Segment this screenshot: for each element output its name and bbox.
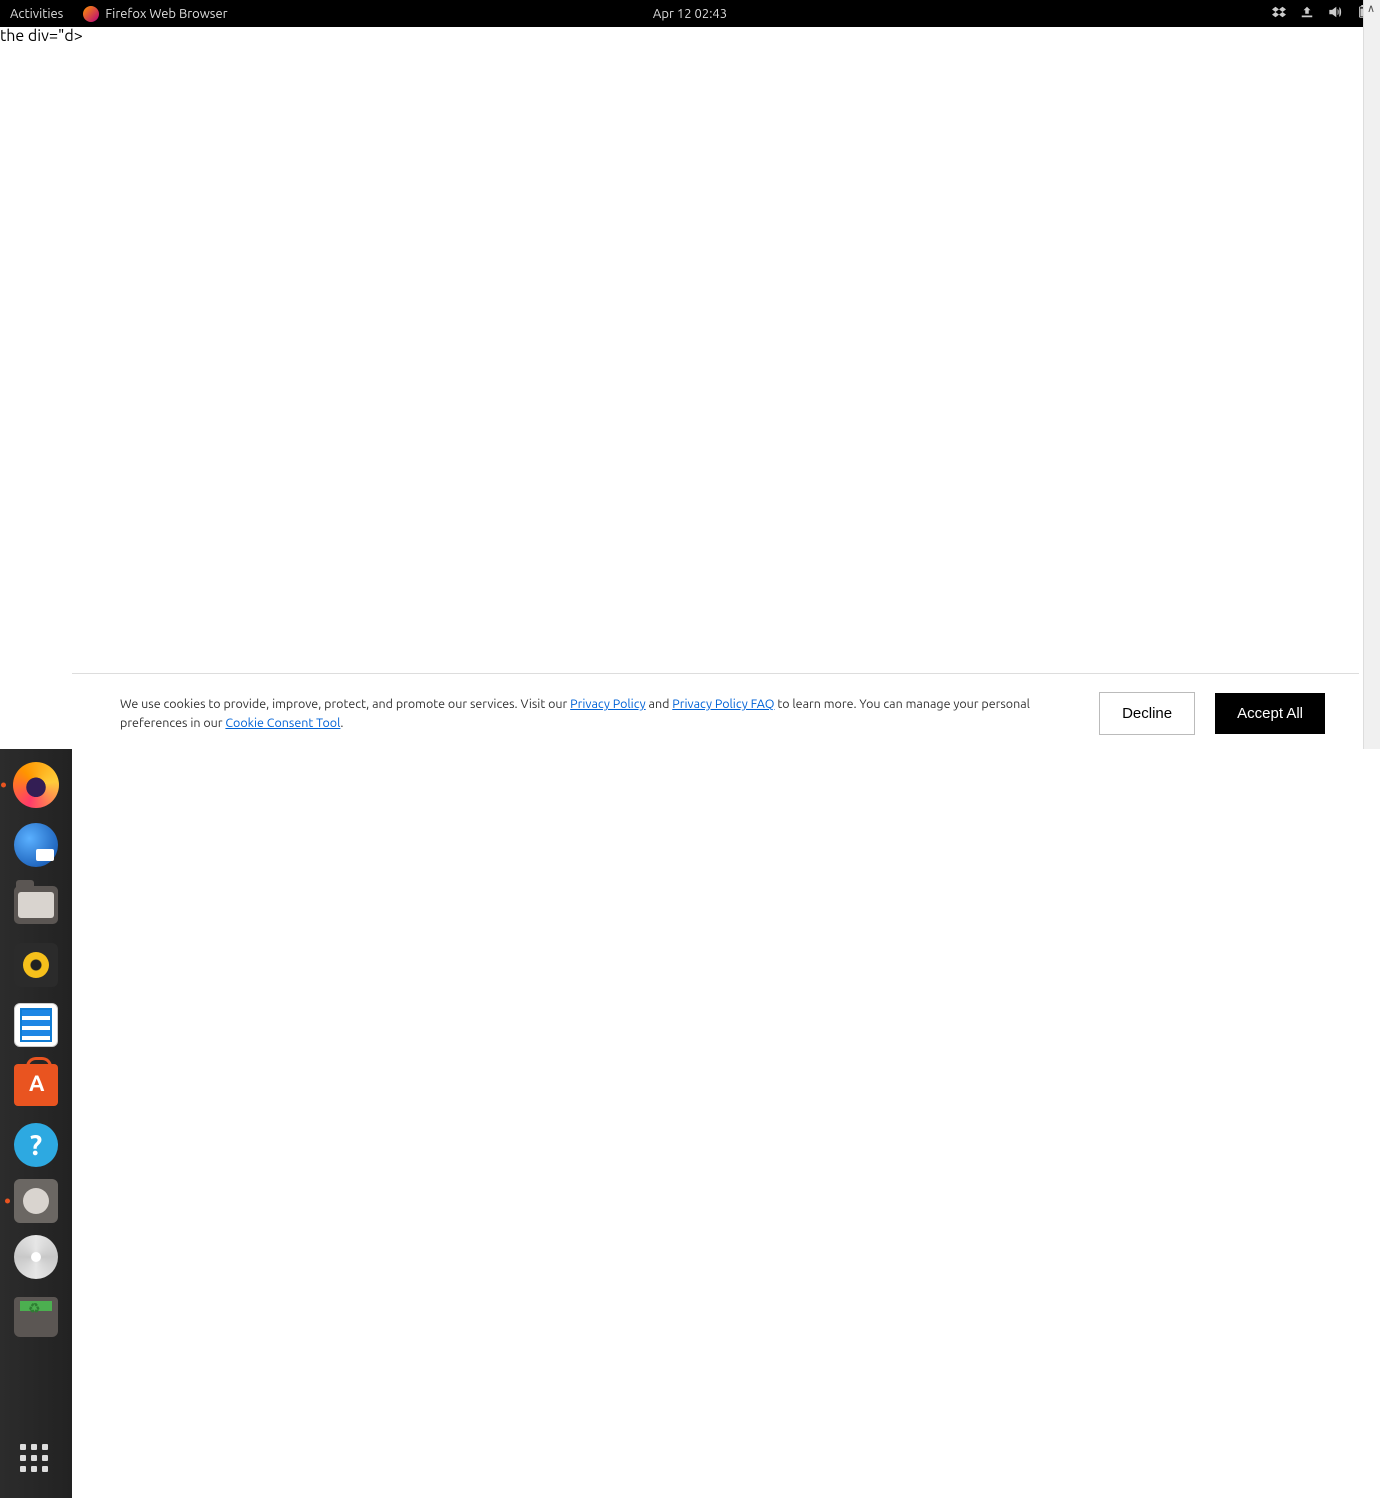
- clock[interactable]: Apr 12 02:43: [653, 7, 727, 21]
- thunderbird-icon: [14, 823, 58, 867]
- dropbox-tray-icon[interactable]: [1272, 5, 1286, 22]
- dock-files[interactable]: [10, 879, 62, 931]
- writer-icon: [14, 1003, 58, 1047]
- network-tray-icon[interactable]: [1300, 5, 1314, 22]
- gear-icon: [23, 1188, 49, 1214]
- rhythmbox-icon: [14, 943, 58, 987]
- window-scrollbar[interactable]: ∧: [1363, 0, 1380, 749]
- activities-button[interactable]: Activities: [10, 7, 63, 21]
- trash-icon: [14, 1297, 58, 1337]
- dock-disc[interactable]: [10, 1231, 62, 1283]
- dock-writer[interactable]: [10, 999, 62, 1051]
- dock-firefox[interactable]: [10, 759, 62, 811]
- disc-icon: [14, 1235, 58, 1279]
- files-icon: [14, 886, 58, 924]
- firefox-icon: [13, 762, 59, 808]
- dock-thunderbird[interactable]: [10, 819, 62, 871]
- dock-software[interactable]: [10, 1059, 62, 1111]
- cookie-banner: We use cookies to provide, improve, prot…: [72, 673, 1359, 749]
- dock-trash[interactable]: [10, 1291, 62, 1343]
- privacy-policy-link[interactable]: Privacy Policy: [570, 697, 646, 711]
- ubuntu-dock: ?: [0, 749, 72, 1498]
- privacy-faq-link[interactable]: Privacy Policy FAQ: [672, 697, 774, 711]
- dock-apps-grid[interactable]: [10, 1434, 62, 1486]
- volume-tray-icon[interactable]: [1328, 5, 1342, 22]
- cookie-text: We use cookies to provide, improve, prot…: [120, 695, 1079, 733]
- accept-button[interactable]: Accept All: [1215, 693, 1325, 734]
- gnome-top-bar: Activities Firefox Web Browser Apr 12 02…: [0, 0, 1380, 27]
- cookie-tool-link[interactable]: Cookie Consent Tool: [225, 716, 340, 730]
- dock-settings[interactable]: [14, 1179, 58, 1223]
- firefox-small-icon: [83, 6, 99, 22]
- help-icon: ?: [14, 1123, 58, 1167]
- decline-button[interactable]: Decline: [1099, 692, 1195, 735]
- dock-rhythmbox[interactable]: [10, 939, 62, 991]
- software-icon: [14, 1064, 58, 1106]
- apps-grid-icon: [20, 1444, 52, 1476]
- active-app-label: Firefox Web Browser: [105, 7, 227, 21]
- active-app-indicator[interactable]: Firefox Web Browser: [83, 6, 227, 22]
- dock-help[interactable]: ?: [10, 1119, 62, 1171]
